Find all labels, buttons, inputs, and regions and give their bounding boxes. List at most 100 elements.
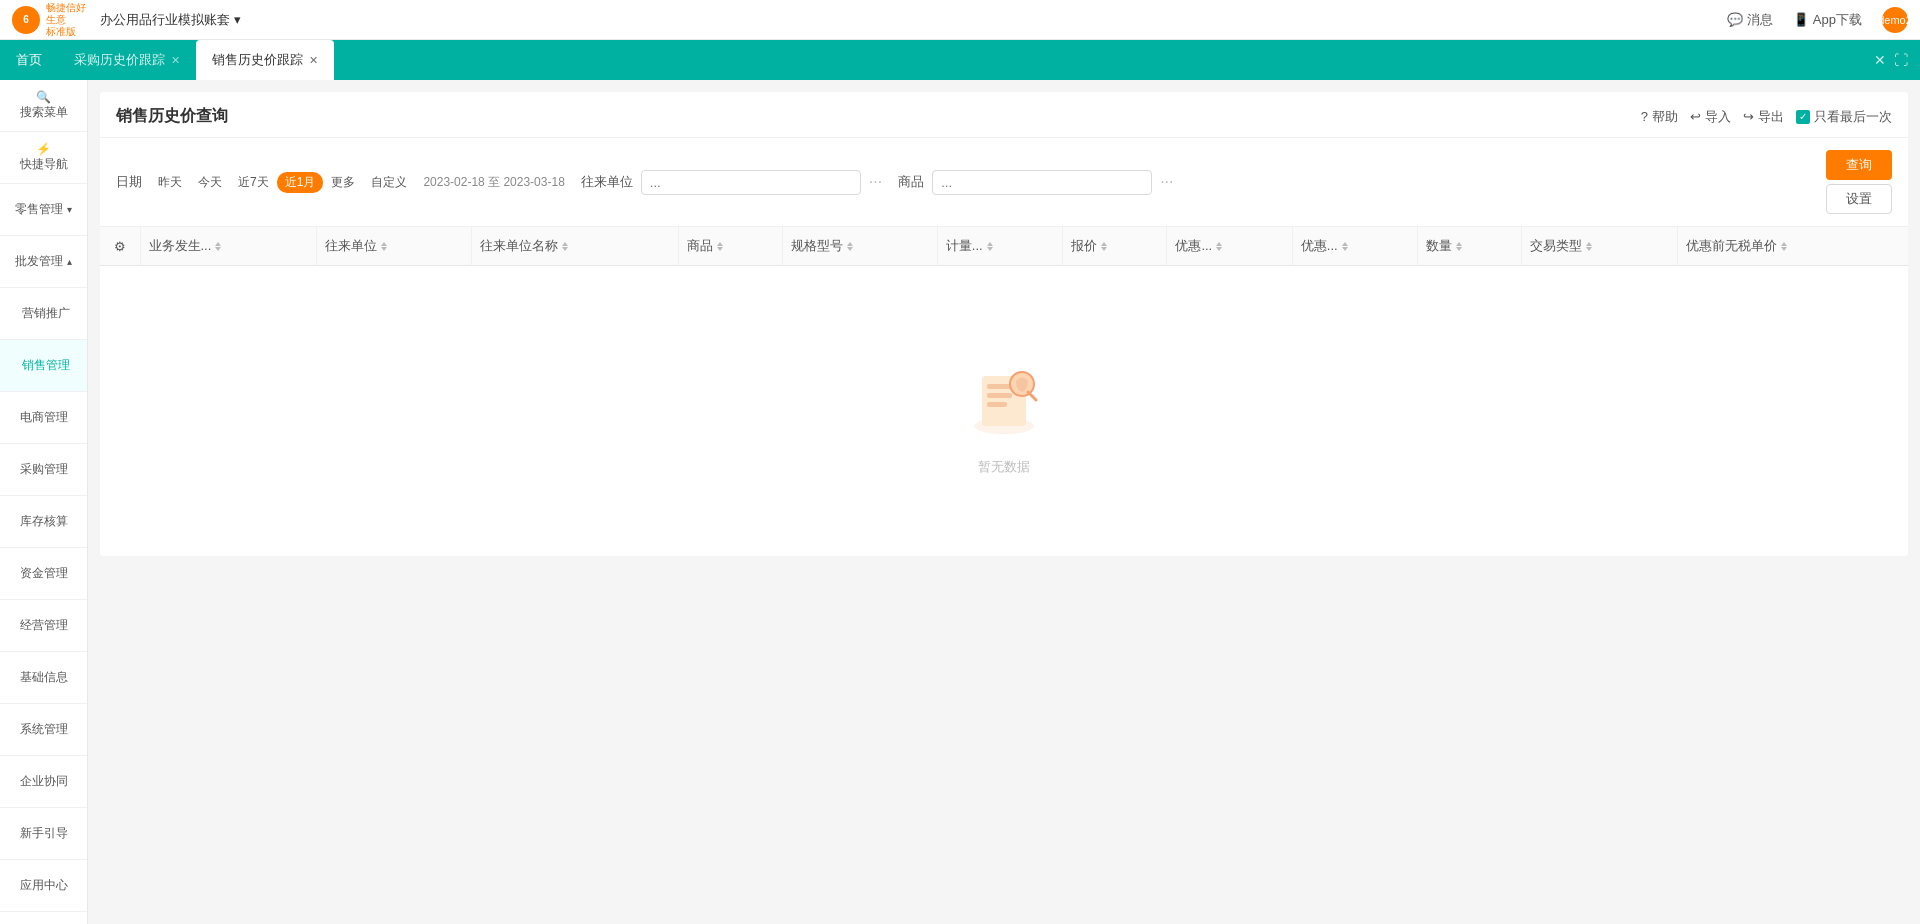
company-name: 办公用品行业模拟账套 (100, 11, 230, 29)
user-avatar-action[interactable]: demo2 (1882, 7, 1908, 33)
sidebar-label-system: 系统管理 (20, 721, 68, 738)
shortcut-custom[interactable]: 自定义 (363, 172, 415, 193)
sidebar-label-marketing: 营销推广 (22, 305, 70, 322)
sort-quote[interactable] (1101, 242, 1107, 251)
counterpart-picker-icon[interactable]: ··· (869, 173, 882, 191)
th-discount1[interactable]: 优惠... (1167, 227, 1292, 266)
search-icon: 🔍 (36, 90, 51, 104)
export-button[interactable]: ↪ 导出 (1743, 108, 1784, 126)
th-product[interactable]: 商品 (678, 227, 782, 266)
product-input[interactable] (932, 170, 1152, 195)
sort-trade-type[interactable] (1586, 242, 1592, 251)
sidebar-item-appcenter[interactable]: 应用中心 (0, 860, 87, 912)
sort-quantity[interactable] (1456, 242, 1462, 251)
sidebar-item-guide[interactable]: 新手引导 (0, 808, 87, 860)
sidebar-label-guide: 新手引导 (20, 825, 68, 842)
tab-sales-close[interactable]: ✕ (309, 54, 318, 67)
app-icon: 📱 (1793, 12, 1809, 27)
sidebar-item-sales-mgmt[interactable]: 销售管理 (0, 340, 87, 392)
sidebar-item-ecommerce[interactable]: 电商管理 (0, 392, 87, 444)
sidebar-item-quicknav[interactable]: ⚡ 快捷导航 (0, 132, 87, 184)
empty-illustration (954, 346, 1054, 446)
counterpart-label: 往来单位 (581, 173, 633, 191)
tab-close-all-icon[interactable]: ✕ (1874, 52, 1886, 68)
shortcut-today[interactable]: 今天 (190, 172, 230, 193)
tab-purchase-close[interactable]: ✕ (171, 54, 180, 67)
sort-discount2[interactable] (1342, 242, 1348, 251)
content-area: 销售历史价查询 ? 帮助 ↩ 导入 ↪ 导出 ✓ (88, 80, 1920, 924)
export-icon: ↪ (1743, 109, 1754, 124)
product-picker-icon[interactable]: ··· (1160, 173, 1173, 191)
help-icon: ? (1641, 109, 1648, 124)
tab-sales-label: 销售历史价跟踪 (212, 51, 303, 69)
th-gear[interactable]: ⚙ (100, 227, 140, 266)
shortcut-more[interactable]: 更多 (323, 172, 363, 193)
product-filter-group: 商品 ··· (898, 170, 1173, 195)
sidebar-item-system[interactable]: 系统管理 (0, 704, 87, 756)
sidebar-item-wechat[interactable]: 企业微信 (0, 912, 87, 924)
sidebar-item-operations[interactable]: 经营管理 (0, 600, 87, 652)
sidebar-label-inventory: 库存核算 (20, 513, 68, 530)
tab-bar-actions: ✕ ⛶ (1874, 52, 1920, 68)
th-counterpart[interactable]: 往来单位 (317, 227, 472, 266)
sort-unit[interactable] (987, 242, 993, 251)
sort-discount1[interactable] (1216, 242, 1222, 251)
message-icon: 💬 (1727, 12, 1743, 27)
tab-purchase[interactable]: 采购历史价跟踪 ✕ (58, 40, 196, 80)
chevron-up-icon: ▴ (67, 256, 72, 267)
logo-text: 畅捷信好生意 标准版 (46, 2, 92, 38)
import-button[interactable]: ↩ 导入 (1690, 108, 1731, 126)
tab-sales[interactable]: 销售历史价跟踪 ✕ (196, 40, 334, 80)
th-biz-date[interactable]: 业务发生... (140, 227, 317, 266)
tab-maximize-icon[interactable]: ⛶ (1894, 52, 1908, 68)
sidebar-item-purchase-mgmt[interactable]: 采购管理 (0, 444, 87, 496)
settings-button[interactable]: 设置 (1826, 184, 1892, 214)
th-trade-type[interactable]: 交易类型 (1522, 227, 1677, 266)
tab-purchase-label: 采购历史价跟踪 (74, 51, 165, 69)
sort-counterpart[interactable] (381, 242, 387, 251)
app-label: App下载 (1813, 11, 1862, 29)
export-label: 导出 (1758, 108, 1784, 126)
help-button[interactable]: ? 帮助 (1641, 108, 1678, 126)
sidebar-item-inventory[interactable]: 库存核算 (0, 496, 87, 548)
user-name: demo2 (1878, 14, 1912, 26)
help-label: 帮助 (1652, 108, 1678, 126)
sidebar-item-marketing[interactable]: 营销推广 (0, 288, 87, 340)
empty-text: 暂无数据 (978, 458, 1030, 476)
shortcut-month[interactable]: 近1月 (277, 172, 324, 193)
empty-state: 暂无数据 (100, 266, 1908, 556)
sidebar-item-finance[interactable]: 资金管理 (0, 548, 87, 600)
sidebar-item-basic[interactable]: 基础信息 (0, 652, 87, 704)
th-discount2[interactable]: 优惠... (1292, 227, 1417, 266)
counterpart-input[interactable] (641, 170, 861, 195)
th-quote[interactable]: 报价 (1063, 227, 1167, 266)
sort-biz-date[interactable] (215, 242, 221, 251)
sidebar-label-appcenter: 应用中心 (20, 877, 68, 894)
shortcut-yesterday[interactable]: 昨天 (150, 172, 190, 193)
th-quantity[interactable]: 数量 (1418, 227, 1522, 266)
message-action[interactable]: 💬 消息 (1727, 11, 1773, 29)
sort-product[interactable] (717, 242, 723, 251)
sort-spec[interactable] (847, 242, 853, 251)
logo-icon: 6 (12, 6, 40, 34)
th-counterpart-name[interactable]: 往来单位名称 (472, 227, 678, 266)
th-unit[interactable]: 计量... (937, 227, 1062, 266)
table-container: ⚙ 业务发生... (100, 227, 1908, 556)
app-download-action[interactable]: 📱 App下载 (1793, 11, 1862, 29)
sidebar-item-search[interactable]: 🔍 搜索菜单 (0, 80, 87, 132)
sidebar-item-wholesale[interactable]: 批发管理 ▴ (0, 236, 87, 288)
sort-counterpart-name[interactable] (562, 242, 568, 251)
chevron-down-icon: ▾ (234, 12, 241, 27)
last-once-checkbox[interactable]: ✓ 只看最后一次 (1796, 108, 1892, 126)
query-button[interactable]: 查询 (1826, 150, 1892, 180)
tab-home[interactable]: 首页 (0, 40, 58, 80)
sort-pretax-price[interactable] (1781, 242, 1787, 251)
gear-icon[interactable]: ⚙ (114, 239, 126, 254)
th-spec[interactable]: 规格型号 (782, 227, 937, 266)
shortcut-week[interactable]: 近7天 (230, 172, 277, 193)
top-bar-right: 💬 消息 📱 App下载 demo2 (1727, 7, 1908, 33)
th-pretax-price[interactable]: 优惠前无税单价 (1677, 227, 1908, 266)
sidebar-item-cooperation[interactable]: 企业协同 (0, 756, 87, 808)
company-dropdown[interactable]: 办公用品行业模拟账套 ▾ (92, 7, 249, 33)
sidebar-item-retail[interactable]: 零售管理 ▾ (0, 184, 87, 236)
